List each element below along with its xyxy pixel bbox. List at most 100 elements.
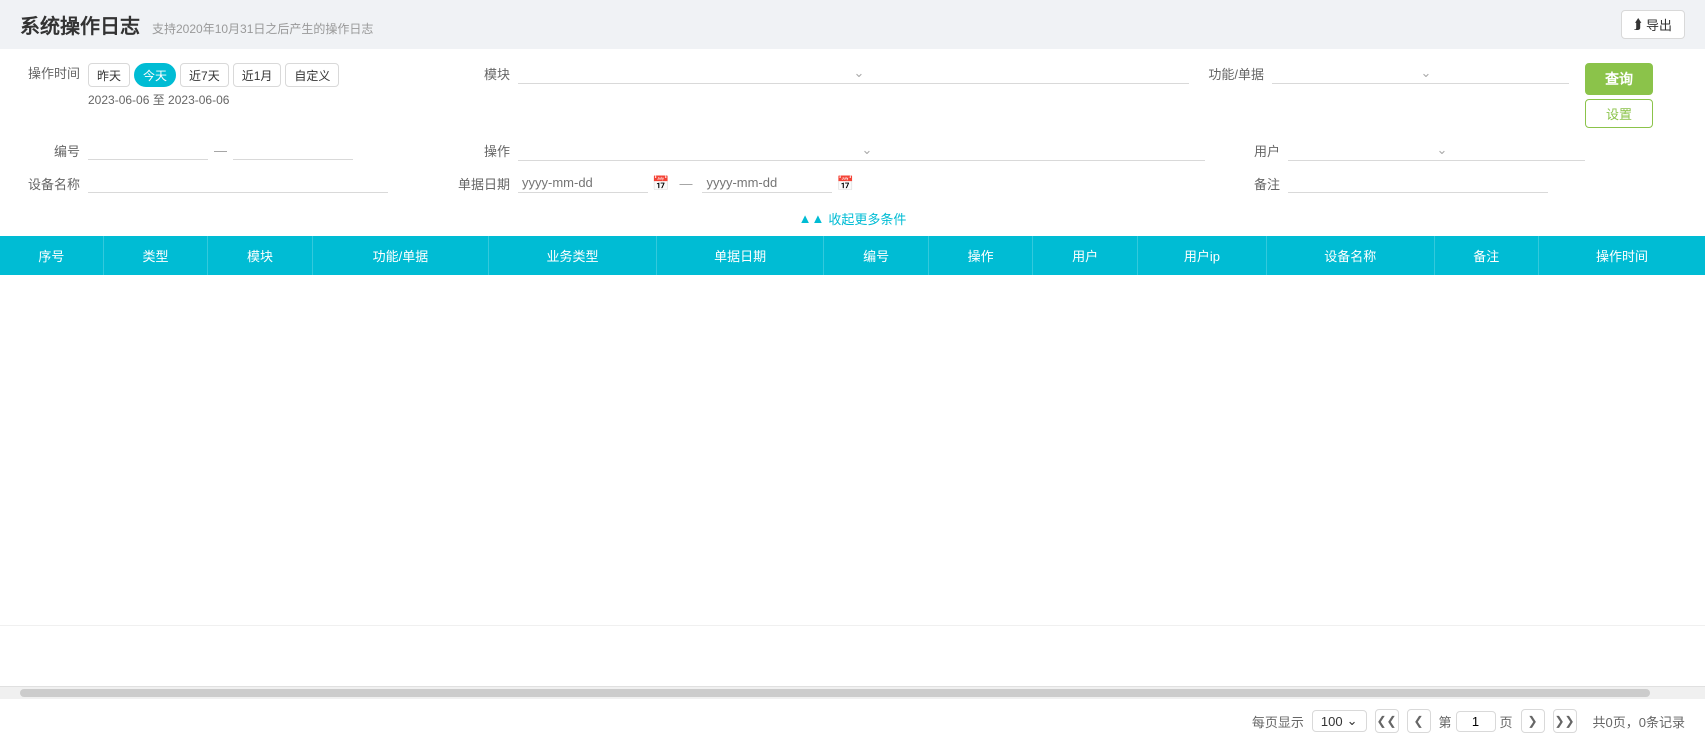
calendar-end-icon[interactable]: 📅 <box>836 175 853 192</box>
number-input-end[interactable] <box>233 140 353 160</box>
user-label: 用户 <box>1205 141 1280 160</box>
user-chevron-icon: ⌄ <box>1437 142 1582 158</box>
table-header-row: 序号 类型 模块 功能/单据 业务类型 单据日期 编号 操作 用户 用户ip 设… <box>0 236 1705 275</box>
module-col: 模块 ⌄ <box>450 63 1189 84</box>
next-page-button[interactable]: ❯ <box>1521 709 1545 733</box>
prev-page-button[interactable]: ❮ <box>1407 709 1431 733</box>
operation-label: 操作 <box>450 141 510 160</box>
page-title: 系统操作日志 <box>20 10 140 39</box>
col-remark: 备注 <box>1434 236 1538 275</box>
page-header-left: 系统操作日志 支持2020年10月31日之后产生的操作日志 <box>20 10 373 39</box>
page-num-wrap: 第 页 <box>1439 711 1513 732</box>
filter-row-2: 编号 — 操作 ⌄ 用户 ⌄ <box>20 140 1685 161</box>
date-dash: — <box>673 176 698 191</box>
func-label: 功能/单据 <box>1189 64 1264 83</box>
col-operation: 操作 <box>928 236 1032 275</box>
module-select[interactable]: ⌄ <box>518 63 1189 84</box>
page-size-select[interactable]: 100 ⌄ <box>1312 710 1367 732</box>
number-dash: — <box>208 143 233 158</box>
col-op-time: 操作时间 <box>1539 236 1705 275</box>
time-btn-today[interactable]: 今天 <box>134 63 176 87</box>
query-button[interactable]: 查询 <box>1585 63 1653 95</box>
last-page-button[interactable]: ❯❯ <box>1553 709 1577 733</box>
col-module: 模块 <box>208 236 312 275</box>
page-wrapper: 系统操作日志 支持2020年10月31日之后产生的操作日志 ⮭ 导出 操作时间 … <box>0 0 1705 743</box>
remark-col: 备注 <box>1205 173 1585 193</box>
time-filter-content: 昨天 今天 近7天 近1月 自定义 2023-06-06 至 2023-06-0… <box>88 63 339 108</box>
page-unit-label: 页 <box>1500 712 1513 731</box>
user-col: 用户 ⌄ <box>1205 140 1585 161</box>
operation-chevron-icon: ⌄ <box>862 142 1202 158</box>
page-header: 系统操作日志 支持2020年10月31日之后产生的操作日志 ⮭ 导出 <box>0 0 1705 49</box>
collapse-button[interactable]: ▲▲ 收起更多条件 <box>799 209 907 228</box>
table-body <box>0 275 1705 625</box>
col-biz-type: 业务类型 <box>489 236 657 275</box>
time-label: 操作时间 <box>20 63 80 82</box>
time-btn-custom[interactable]: 自定义 <box>285 63 339 87</box>
time-range-text: 2023-06-06 至 2023-06-06 <box>88 91 339 108</box>
export-label: 导出 <box>1646 15 1672 34</box>
func-col: 功能/单据 ⌄ <box>1189 63 1569 84</box>
action-col: 查询 设置 <box>1585 63 1685 128</box>
col-func: 功能/单据 <box>312 236 488 275</box>
date-end-input[interactable] <box>702 173 832 193</box>
collapse-label: 收起更多条件 <box>828 209 906 228</box>
remark-label: 备注 <box>1205 174 1280 193</box>
number-col: 编号 — <box>20 140 450 160</box>
col-number: 编号 <box>824 236 928 275</box>
first-page-button[interactable]: ❮❮ <box>1375 709 1399 733</box>
page-size-chevron-icon: ⌄ <box>1347 713 1358 729</box>
table-area: 序号 类型 模块 功能/单据 业务类型 单据日期 编号 操作 用户 用户ip 设… <box>0 236 1705 686</box>
empty-row <box>0 275 1705 625</box>
date-range-wrap: 📅 — 📅 <box>518 173 854 193</box>
pagination-area: 每页显示 100 ⌄ ❮❮ ❮ 第 页 ❯ ❯❯ 共0页，0条记录 <box>0 698 1705 743</box>
col-type: 类型 <box>103 236 207 275</box>
col-user: 用户 <box>1033 236 1137 275</box>
remark-input[interactable] <box>1288 173 1548 193</box>
scrollbar-area[interactable] <box>0 686 1705 698</box>
func-chevron-icon: ⌄ <box>1421 65 1566 81</box>
filter-row-3: 设备名称 单据日期 📅 — 📅 备注 <box>20 173 1685 193</box>
func-select[interactable]: ⌄ <box>1272 63 1569 84</box>
settings-button[interactable]: 设置 <box>1585 99 1653 128</box>
collapse-row: ▲▲ 收起更多条件 <box>20 205 1685 228</box>
table-header: 序号 类型 模块 功能/单据 业务类型 单据日期 编号 操作 用户 用户ip 设… <box>0 236 1705 275</box>
device-label: 设备名称 <box>20 174 80 193</box>
operation-select[interactable]: ⌄ <box>518 140 1205 161</box>
number-input-start[interactable] <box>88 140 208 160</box>
page-total: 共0页，0条记录 <box>1593 712 1685 731</box>
page-number-input[interactable] <box>1456 711 1496 732</box>
date-start-input[interactable] <box>518 173 648 193</box>
col-user-ip: 用户ip <box>1137 236 1266 275</box>
scrollbar-thumb[interactable] <box>20 689 1650 697</box>
module-label: 模块 <box>450 64 510 83</box>
collapse-up-icon: ▲▲ <box>799 211 825 226</box>
col-voucher-date: 单据日期 <box>656 236 824 275</box>
time-btn-7days[interactable]: 近7天 <box>180 63 229 87</box>
page-size-label: 每页显示 <box>1252 712 1304 731</box>
empty-area <box>0 275 1705 625</box>
number-label: 编号 <box>20 141 80 160</box>
filter-section: 操作时间 昨天 今天 近7天 近1月 自定义 2023-06-06 至 2023… <box>0 49 1705 236</box>
operation-col: 操作 ⌄ <box>450 140 1205 161</box>
device-col: 设备名称 <box>20 173 450 193</box>
data-table: 序号 类型 模块 功能/单据 业务类型 单据日期 编号 操作 用户 用户ip 设… <box>0 236 1705 626</box>
user-select[interactable]: ⌄ <box>1288 140 1585 161</box>
time-filter-col: 操作时间 昨天 今天 近7天 近1月 自定义 2023-06-06 至 2023… <box>20 63 450 108</box>
time-btns: 昨天 今天 近7天 近1月 自定义 <box>88 63 339 87</box>
voucher-date-col: 单据日期 📅 — 📅 <box>450 173 1205 193</box>
page-subtitle: 支持2020年10月31日之后产生的操作日志 <box>152 20 373 37</box>
filter-row-1: 操作时间 昨天 今天 近7天 近1月 自定义 2023-06-06 至 2023… <box>20 63 1685 128</box>
col-device: 设备名称 <box>1266 236 1434 275</box>
page-prefix-label: 第 <box>1439 712 1452 731</box>
voucher-date-label: 单据日期 <box>450 174 510 193</box>
export-icon: ⮭ <box>1634 16 1642 33</box>
page-size-value: 100 <box>1321 714 1343 729</box>
module-chevron-icon: ⌄ <box>854 65 1186 81</box>
time-btn-yesterday[interactable]: 昨天 <box>88 63 130 87</box>
time-btn-1month[interactable]: 近1月 <box>233 63 282 87</box>
device-input[interactable] <box>88 173 388 193</box>
calendar-start-icon[interactable]: 📅 <box>652 175 669 192</box>
col-index: 序号 <box>0 236 103 275</box>
export-button[interactable]: ⮭ 导出 <box>1621 10 1685 39</box>
